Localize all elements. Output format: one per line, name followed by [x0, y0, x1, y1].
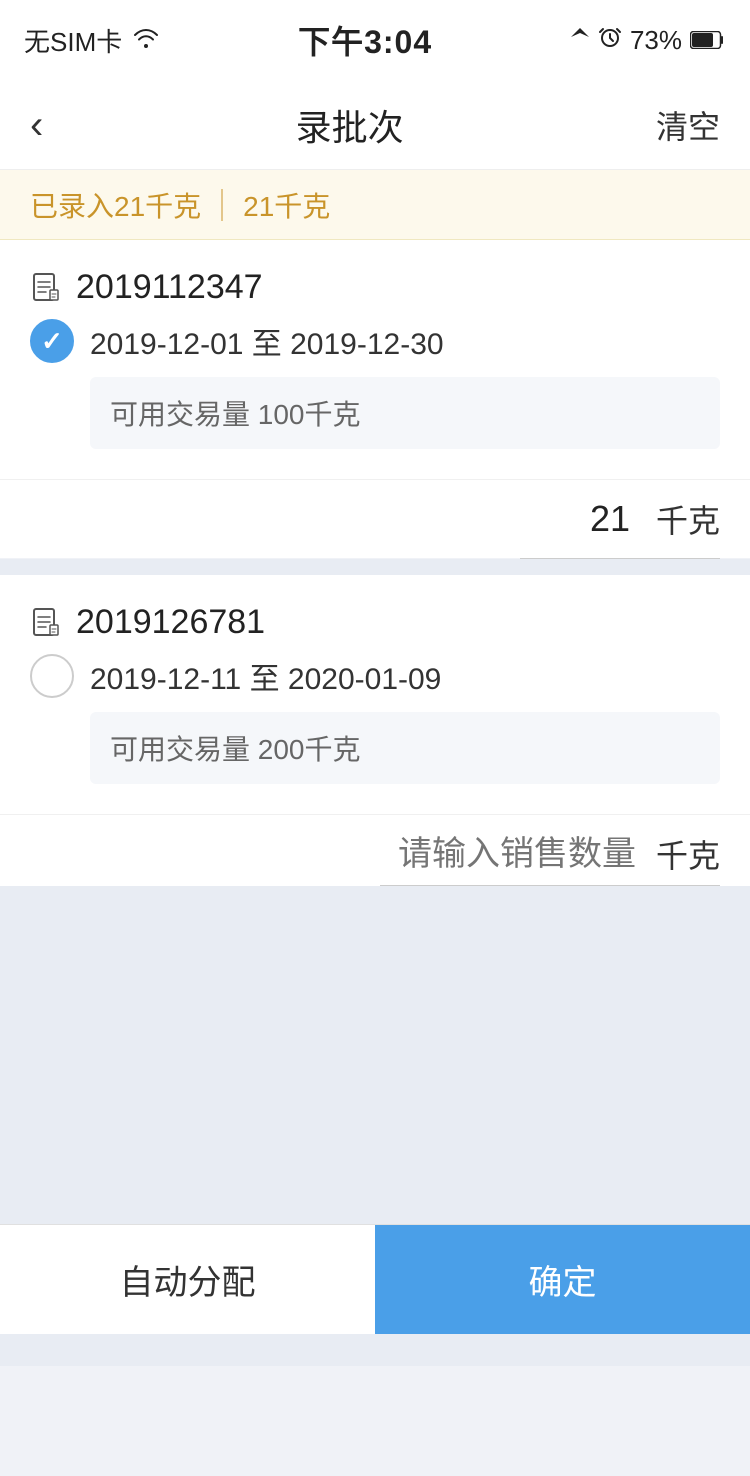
- batch-date-row-1[interactable]: 2019-12-01 至 2019-12-30: [30, 319, 720, 363]
- status-right: 73%: [570, 25, 726, 56]
- qty-row-1: 21 千克: [0, 479, 750, 558]
- recorded-label: 已录入21千克: [30, 185, 201, 225]
- confirm-button[interactable]: 确定: [375, 1225, 750, 1334]
- qty-value-1: 21: [590, 498, 630, 540]
- batch-item-2: 2019126781 2019-12-11 至 2020-01-09 可用交易量…: [0, 575, 750, 814]
- back-button[interactable]: ‹: [30, 105, 43, 145]
- avail-box-1: 可用交易量 100千克: [90, 377, 720, 449]
- battery-icon: [690, 25, 726, 56]
- auto-distribute-button[interactable]: 自动分配: [0, 1225, 375, 1334]
- batch-date-1: 2019-12-01 至 2019-12-30: [90, 319, 444, 363]
- radio-2[interactable]: [30, 654, 74, 698]
- section-divider: [0, 559, 750, 575]
- qty-unit-2: 千克: [656, 831, 720, 877]
- doc-icon-2: [30, 607, 62, 639]
- info-divider: [221, 189, 223, 221]
- qty-input-2[interactable]: [193, 835, 636, 874]
- wifi-icon: [132, 25, 160, 56]
- doc-icon-1: [30, 272, 62, 304]
- page-title: 录批次: [296, 99, 404, 151]
- batch-item-1: 2019112347 2019-12-01 至 2019-12-30 可用交易量…: [0, 240, 750, 479]
- bottom-bar: 自动分配 确定: [0, 1224, 750, 1334]
- radio-1[interactable]: [30, 319, 74, 363]
- alarm-icon: [598, 25, 622, 56]
- carrier-text: 无SIM卡: [24, 22, 122, 59]
- location-icon: [570, 25, 590, 56]
- battery-text: 73%: [630, 25, 682, 56]
- status-bar: 无SIM卡 下午3:04 73%: [0, 0, 750, 80]
- batch-header-2: 2019126781: [30, 603, 720, 642]
- batch-id-1: 2019112347: [76, 268, 263, 307]
- status-left: 无SIM卡: [24, 22, 160, 59]
- batch-date-2: 2019-12-11 至 2020-01-09: [90, 654, 441, 698]
- recorded-value: 21千克: [243, 185, 330, 225]
- qty-input-wrapper: 千克: [30, 831, 720, 885]
- qty-unit-1: 千克: [656, 496, 720, 542]
- batch-id-2: 2019126781: [76, 603, 265, 642]
- batch-date-row-2[interactable]: 2019-12-11 至 2020-01-09: [30, 654, 720, 698]
- underline-2: [380, 885, 720, 886]
- info-bar: 已录入21千克 21千克: [0, 170, 750, 240]
- avail-box-2: 可用交易量 200千克: [90, 712, 720, 784]
- status-time: 下午3:04: [298, 17, 432, 63]
- nav-bar: ‹ 录批次 清空: [0, 80, 750, 170]
- batch-header-1: 2019112347: [30, 268, 720, 307]
- clear-button[interactable]: 清空: [656, 102, 720, 148]
- qty-row-2: 千克: [0, 814, 750, 886]
